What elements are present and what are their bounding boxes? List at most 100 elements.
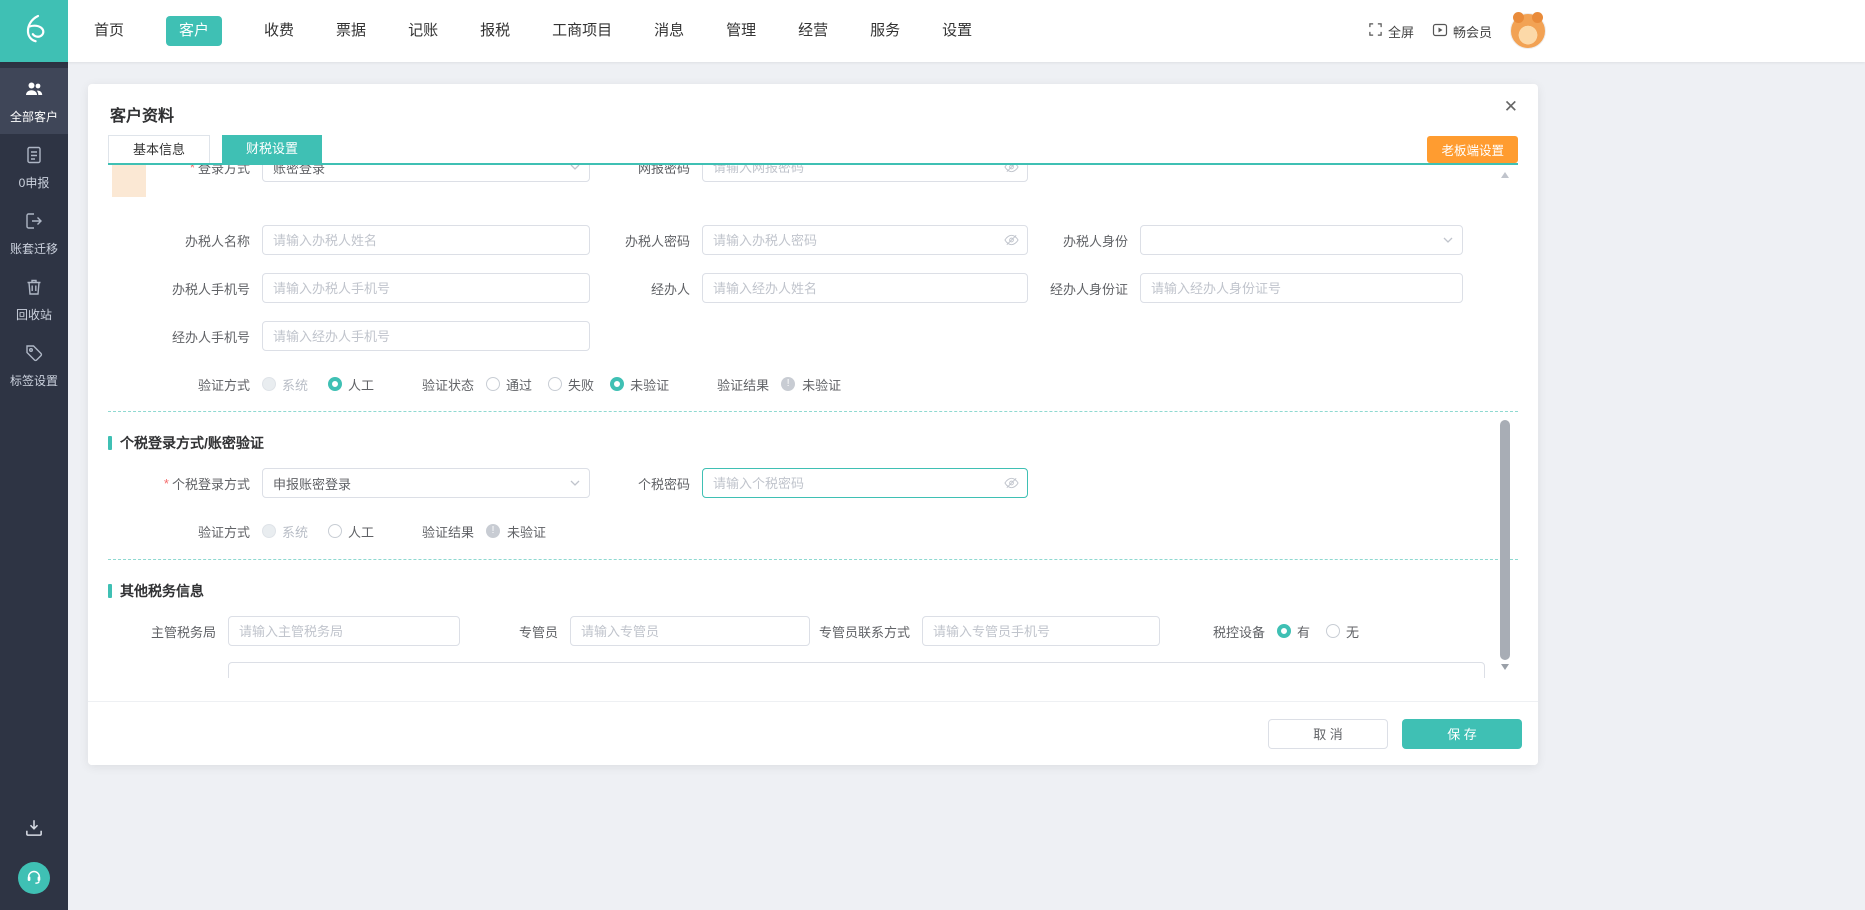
close-icon[interactable]: ✕ xyxy=(1504,98,1518,115)
radio-label: 未验证 xyxy=(630,377,670,393)
nav-item-customers[interactable]: 客户 xyxy=(166,16,223,46)
chevron-down-icon xyxy=(569,477,581,489)
radio-dot xyxy=(1326,624,1341,638)
radio-pass[interactable]: 通过 xyxy=(486,375,532,394)
member-button[interactable]: 畅会员 xyxy=(1432,22,1492,41)
cancel-button[interactable]: 取 消 xyxy=(1268,718,1388,749)
taxer-name-input[interactable] xyxy=(273,232,561,248)
sidebar-item-tag-settings[interactable]: 标签设置 xyxy=(0,332,68,398)
radio-dot xyxy=(610,377,625,391)
nav-item-bookkeeping[interactable]: 记账 xyxy=(408,16,438,46)
tax-bureau-field xyxy=(228,616,460,646)
form-row-taxer: 办税人名称 办税人密码 办税人身份 xyxy=(108,225,1518,255)
section-bar-icon xyxy=(108,584,112,598)
scrollbar-thumb[interactable] xyxy=(1500,420,1510,660)
verify-result-label: 验证结果 xyxy=(717,377,770,393)
radio-manual[interactable]: 人工 xyxy=(328,375,374,394)
nav-item-messages[interactable]: 消息 xyxy=(654,16,684,46)
taxer-phone-field xyxy=(262,273,590,303)
web-password-input[interactable] xyxy=(713,165,999,175)
personal-verify-result-value: ! 未验证 xyxy=(486,522,546,541)
nav-item-tax-filing[interactable]: 报税 xyxy=(480,16,510,46)
tax-bureau-label: 主管税务局 xyxy=(150,624,216,640)
sidebar-item-declaration[interactable]: 0申报 xyxy=(0,134,68,200)
sidebar-item-all-customers[interactable]: 全部客户 xyxy=(0,68,68,134)
field-tax-admin: 专管员 xyxy=(460,616,810,646)
agent-phone-input[interactable] xyxy=(273,328,561,344)
sidebar-item-recycle-bin[interactable]: 回收站 xyxy=(0,266,68,332)
personal-password-label: 个税密码 xyxy=(637,476,690,492)
sidebar-item-account-migration[interactable]: 账套迁移 xyxy=(0,200,68,266)
nav-item-invoices[interactable]: 票据 xyxy=(336,16,366,46)
web-password-field xyxy=(702,165,1028,182)
fullscreen-button[interactable]: 全屏 xyxy=(1368,22,1414,41)
verify-status-label: 验证状态 xyxy=(422,377,475,393)
radio-device-no[interactable]: 无 xyxy=(1326,622,1359,641)
radio-dot xyxy=(1277,624,1291,638)
taxer-password-input[interactable] xyxy=(713,232,999,248)
taxer-identity-select[interactable] xyxy=(1140,225,1463,255)
clipped-row-input[interactable] xyxy=(239,669,1456,678)
personal-login-select[interactable]: 申报账密登录 xyxy=(262,468,590,498)
radio-device-yes[interactable]: 有 xyxy=(1277,622,1310,641)
tax-admin-input[interactable] xyxy=(581,623,781,639)
tab-basic-info[interactable]: 基本信息 xyxy=(108,135,211,163)
field-personal-verify-result: 验证结果 ! 未验证 xyxy=(374,522,546,541)
radio-label: 人工 xyxy=(348,377,375,393)
radio-system[interactable]: 系统 xyxy=(262,375,308,394)
taxer-phone-input[interactable] xyxy=(273,280,561,296)
login-method-select[interactable]: 账密登录 xyxy=(262,165,590,182)
download-icon xyxy=(23,817,45,844)
agent-name-input[interactable] xyxy=(713,280,999,296)
radio-label: 系统 xyxy=(282,524,309,540)
radio-system[interactable]: 系统 xyxy=(262,522,308,541)
web-password-label: 网报密码 xyxy=(637,165,690,176)
personal-password-input[interactable] xyxy=(713,475,999,491)
field-login-method: * 登录方式 账密登录 xyxy=(108,165,590,182)
nav-item-operation[interactable]: 经营 xyxy=(798,16,828,46)
nav-item-services[interactable]: 服务 xyxy=(870,16,900,46)
nav-item-billing[interactable]: 收费 xyxy=(264,16,294,46)
scroll-up-arrow[interactable] xyxy=(1501,172,1509,178)
app-logo[interactable] xyxy=(0,0,68,62)
radio-manual[interactable]: 人工 xyxy=(328,522,374,541)
nav-item-business-projects[interactable]: 工商项目 xyxy=(552,16,612,46)
boss-settings-button[interactable]: 老板端设置 xyxy=(1427,136,1518,163)
nav-item-settings[interactable]: 设置 xyxy=(942,16,972,46)
download-client-button[interactable] xyxy=(23,817,45,844)
customer-service-button[interactable] xyxy=(18,862,50,894)
verify-result-label: 验证结果 xyxy=(422,524,475,540)
field-web-password: 网报密码 xyxy=(590,165,1028,182)
field-verify-result: 验证结果 ! 未验证 xyxy=(669,375,841,394)
nav-item-management[interactable]: 管理 xyxy=(726,16,756,46)
field-taxer-password: 办税人密码 xyxy=(590,225,1028,255)
radio-dot xyxy=(328,377,343,391)
field-verify-method: 验证方式 系统 人工 xyxy=(108,375,374,394)
agent-id-input[interactable] xyxy=(1151,280,1434,296)
dialog-title: 客户资料 xyxy=(110,108,175,125)
radio-fail[interactable]: 失败 xyxy=(548,375,594,394)
save-button[interactable]: 保 存 xyxy=(1402,718,1522,749)
user-avatar[interactable] xyxy=(1510,12,1547,49)
nav-item-home[interactable]: 首页 xyxy=(94,16,124,46)
verify-status-group: 通过 失败 未验证 xyxy=(486,375,669,394)
personal-password-field xyxy=(702,468,1028,498)
eye-off-icon[interactable] xyxy=(1004,165,1019,175)
radio-unverified[interactable]: 未验证 xyxy=(610,375,669,394)
tax-bureau-input[interactable] xyxy=(239,623,431,639)
field-personal-login: * 个税登录方式 申报账密登录 xyxy=(108,468,590,498)
tab-tax-settings[interactable]: 财税设置 xyxy=(222,135,323,163)
admin-contact-input[interactable] xyxy=(933,623,1131,639)
eye-off-icon[interactable] xyxy=(1004,233,1019,248)
eye-off-icon[interactable] xyxy=(1004,476,1019,491)
agent-phone-label: 经办人手机号 xyxy=(171,329,250,345)
radio-label: 系统 xyxy=(282,377,309,393)
form-row-login: * 登录方式 账密登录 网报密码 xyxy=(108,165,1518,182)
form-scroll-area[interactable]: * 登录方式 账密登录 网报密码 请输入网报密码 办税人名称 请输入办税人姓名 … xyxy=(88,165,1538,678)
main-nav: 首页 客户 收费 票据 记账 报税 工商项目 消息 管理 经营 服务 设置 xyxy=(94,16,972,46)
field-taxer-name: 办税人名称 xyxy=(108,225,590,255)
agent-id-field xyxy=(1140,273,1463,303)
result-text: 未验证 xyxy=(802,377,842,393)
scroll-down-arrow[interactable] xyxy=(1501,664,1509,670)
radio-label: 失败 xyxy=(568,377,595,393)
